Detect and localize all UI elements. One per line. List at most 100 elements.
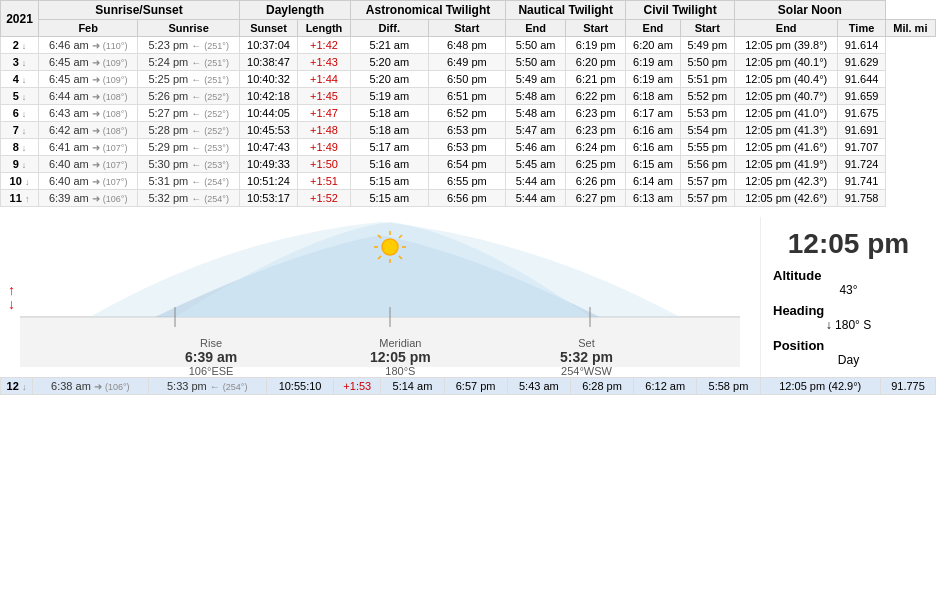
- table-row: 6 ↓6:43 am ➜ (108°)5:27 pm ← (252°)10:44…: [1, 105, 936, 122]
- astro-start-cell: 5:14 am: [381, 378, 444, 395]
- sunrise-cell: 6:41 am ➜ (107°): [39, 139, 138, 156]
- astro-start-cell: 5:18 am: [351, 105, 429, 122]
- astro-end-cell: 6:48 pm: [428, 37, 506, 54]
- astro-end-cell: 6:49 pm: [428, 54, 506, 71]
- table-row: 5 ↓6:44 am ➜ (108°)5:26 pm ← (252°)10:42…: [1, 88, 936, 105]
- header-row-1: 2021 Sunrise/Sunset Daylength Astronomic…: [1, 1, 936, 20]
- noon-mi-cell: 91.691: [838, 122, 885, 139]
- noon-mi-cell: 91.629: [838, 54, 885, 71]
- noon-time-cell: 12:05 pm (42.9°): [760, 378, 880, 395]
- noon-mi-cell: 91.614: [838, 37, 885, 54]
- naut-end-cell: 6:22 pm: [566, 88, 626, 105]
- sunset-cell: 5:29 pm ← (253°): [138, 139, 240, 156]
- naut-end-cell: 6:23 pm: [566, 122, 626, 139]
- table-row: 10 ↓6:40 am ➜ (107°)5:31 pm ← (254°)10:5…: [1, 173, 936, 190]
- day-cell: 11 ↑: [1, 190, 39, 207]
- chart-container: ↑↓: [0, 217, 936, 377]
- diff-cell: +1:43: [297, 54, 350, 71]
- naut-start-cell: 5:47 am: [506, 122, 566, 139]
- sunrise-cell: 6:44 am ➜ (108°): [39, 88, 138, 105]
- civil-start-cell: 6:16 am: [626, 122, 680, 139]
- naut-start-cell: 5:50 am: [506, 54, 566, 71]
- naut-start-cell: 5:45 am: [506, 156, 566, 173]
- table-row: 4 ↓6:45 am ➜ (109°)5:25 pm ← (251°)10:40…: [1, 71, 936, 88]
- sunrise-cell: 6:43 am ➜ (108°): [39, 105, 138, 122]
- civil-end-cell: 5:54 pm: [680, 122, 734, 139]
- header-row-2: Feb Sunrise Sunset Length Diff. Start En…: [1, 20, 936, 37]
- naut-end-cell: 6:27 pm: [566, 190, 626, 207]
- noon-time-cell: 12:05 pm (40.4°): [734, 71, 838, 88]
- length-cell: 10:45:53: [240, 122, 298, 139]
- astro-end-cell: 6:52 pm: [428, 105, 506, 122]
- astro-end-cell: 6:57 pm: [444, 378, 507, 395]
- sunset-subheader: Sunset: [240, 20, 298, 37]
- noon-mi-cell: 91.775: [880, 378, 935, 395]
- naut-start-cell: 5:44 am: [506, 190, 566, 207]
- civil-start-cell: 6:12 am: [634, 378, 697, 395]
- table-row: 2 ↓6:46 am ➜ (110°)5:23 pm ← (251°)10:37…: [1, 37, 936, 54]
- bottom-table: 12 ↓6:38 am ➜ (106°)5:33 pm ← (254°)10:5…: [0, 377, 936, 395]
- civil-end-cell: 5:50 pm: [680, 54, 734, 71]
- sunset-cell: 5:26 pm ← (252°): [138, 88, 240, 105]
- sunset-cell: 5:24 pm ← (251°): [138, 54, 240, 71]
- astronomical-twilight-header: Astronomical Twilight: [351, 1, 506, 20]
- noon-mi-cell: 91.659: [838, 88, 885, 105]
- noon-time-cell: 12:05 pm (42.3°): [734, 173, 838, 190]
- astro-end-cell: 6:53 pm: [428, 139, 506, 156]
- naut-end-subheader: End: [626, 20, 680, 37]
- noon-mi-cell: 91.675: [838, 105, 885, 122]
- naut-start-cell: 5:50 am: [506, 37, 566, 54]
- naut-end-cell: 6:23 pm: [566, 105, 626, 122]
- civil-start-cell: 6:20 am: [626, 37, 680, 54]
- sunrise-sunset-header: Sunrise/Sunset: [39, 1, 240, 20]
- noon-time-subheader: Time: [838, 20, 885, 37]
- civil-end-cell: 5:53 pm: [680, 105, 734, 122]
- civil-start-cell: 6:18 am: [626, 88, 680, 105]
- astro-start-cell: 5:19 am: [351, 88, 429, 105]
- table-row: 7 ↓6:42 am ➜ (108°)5:28 pm ← (252°)10:45…: [1, 122, 936, 139]
- civil-start-cell: 6:16 am: [626, 139, 680, 156]
- sunset-cell: 5:33 pm ← (254°): [148, 378, 266, 395]
- length-cell: 10:53:17: [240, 190, 298, 207]
- length-cell: 10:47:43: [240, 139, 298, 156]
- astro-end-cell: 6:54 pm: [428, 156, 506, 173]
- nautical-twilight-header: Nautical Twilight: [506, 1, 626, 20]
- solar-time-display: 12:05 pm: [773, 228, 924, 260]
- astro-end-cell: 6:56 pm: [428, 190, 506, 207]
- solar-noon-header: Solar Noon: [734, 1, 885, 20]
- svg-rect-1: [20, 317, 740, 367]
- astro-start-cell: 5:15 am: [351, 190, 429, 207]
- noon-time-cell: 12:05 pm (41.6°): [734, 139, 838, 156]
- sunset-cell: 5:23 pm ← (251°): [138, 37, 240, 54]
- solar-arc-svg: [0, 217, 760, 377]
- astro-end-cell: 6:55 pm: [428, 173, 506, 190]
- table-row: 11 ↑6:39 am ➜ (106°)5:32 pm ← (254°)10:5…: [1, 190, 936, 207]
- diff-cell: +1:53: [334, 378, 381, 395]
- civil-end-subheader: End: [734, 20, 838, 37]
- civil-end-cell: 5:56 pm: [680, 156, 734, 173]
- year-header: 2021: [1, 1, 39, 37]
- length-cell: 10:49:33: [240, 156, 298, 173]
- civil-end-cell: 5:49 pm: [680, 37, 734, 54]
- length-cell: 10:55:10: [266, 378, 333, 395]
- astro-start-cell: 5:18 am: [351, 122, 429, 139]
- table-row: 12 ↓6:38 am ➜ (106°)5:33 pm ← (254°)10:5…: [1, 378, 936, 395]
- naut-end-cell: 6:24 pm: [566, 139, 626, 156]
- diff-cell: +1:51: [297, 173, 350, 190]
- naut-start-cell: 5:44 am: [506, 173, 566, 190]
- noon-time-cell: 12:05 pm (41.9°): [734, 156, 838, 173]
- noon-mi-subheader: Mil. mi: [885, 20, 935, 37]
- noon-time-cell: 12:05 pm (39.8°): [734, 37, 838, 54]
- astro-start-cell: 5:16 am: [351, 156, 429, 173]
- sunset-cell: 5:32 pm ← (254°): [138, 190, 240, 207]
- chart-area: ↑↓: [0, 207, 936, 377]
- svg-point-2: [382, 239, 398, 255]
- civil-end-cell: 5:55 pm: [680, 139, 734, 156]
- naut-start-subheader: Start: [566, 20, 626, 37]
- length-cell: 10:37:04: [240, 37, 298, 54]
- noon-mi-cell: 91.644: [838, 71, 885, 88]
- astro-start-cell: 5:21 am: [351, 37, 429, 54]
- length-cell: 10:38:47: [240, 54, 298, 71]
- day-cell: 8 ↓: [1, 139, 39, 156]
- feb-header: Feb: [39, 20, 138, 37]
